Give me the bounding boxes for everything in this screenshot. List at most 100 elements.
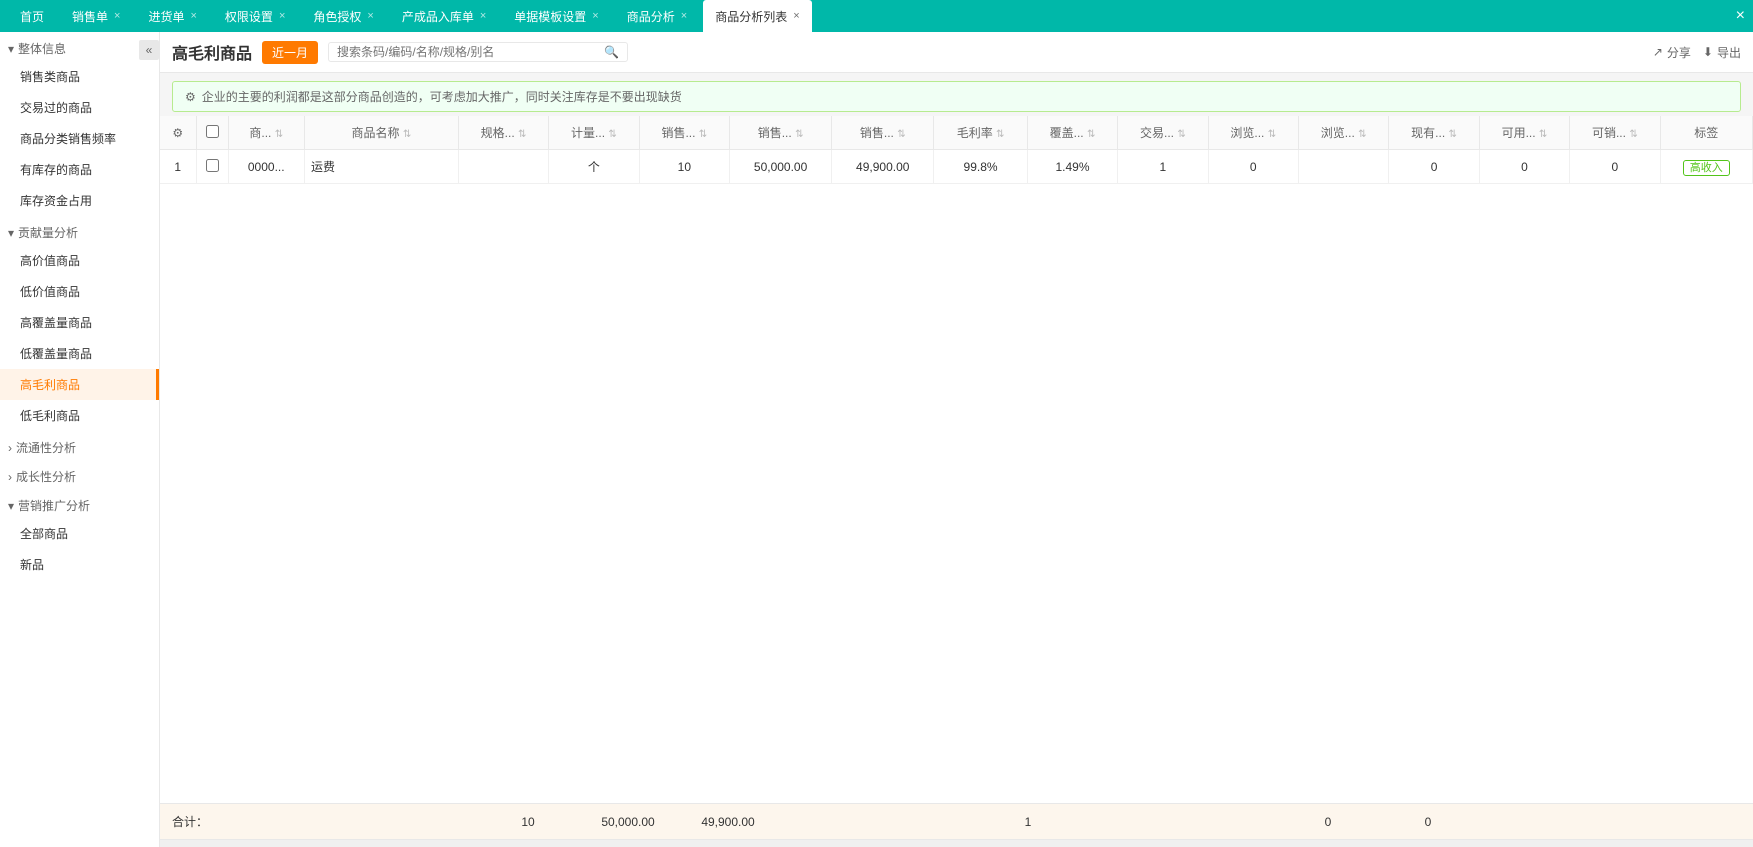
sidebar-item-all-goods[interactable]: 全部商品: [0, 518, 159, 549]
share-button[interactable]: ↗ 分享: [1653, 44, 1691, 61]
bottom-scrollbar[interactable]: [160, 839, 1753, 847]
sidebar-item-low-coverage[interactable]: 低覆盖量商品: [0, 338, 159, 369]
close-products-inbound-tab[interactable]: ×: [480, 10, 486, 22]
col-coverage[interactable]: 覆盖... ⇅: [1027, 116, 1117, 150]
sort-icon12: ⇅: [1358, 129, 1366, 140]
sidebar-item-high-coverage[interactable]: 高覆盖量商品: [0, 307, 159, 338]
col-sales-qty[interactable]: 销售... ⇅: [639, 116, 729, 150]
search-icon[interactable]: 🔍: [604, 45, 619, 59]
data-table: ⚙ 商... ⇅ 商品名称 ⇅: [160, 116, 1753, 184]
transaction-link[interactable]: 1: [1160, 160, 1167, 174]
sidebar-collapse-btn[interactable]: «: [139, 40, 159, 60]
col-checkbox[interactable]: [196, 116, 228, 150]
col-unit[interactable]: 计量... ⇅: [549, 116, 639, 150]
col-sales-profit[interactable]: 销售... ⇅: [832, 116, 934, 150]
table-header-row: ⚙ 商... ⇅ 商品名称 ⇅: [160, 116, 1753, 150]
footer-transaction: 1: [988, 815, 1068, 829]
nav-tab-permissions[interactable]: 权限设置 ×: [213, 0, 297, 32]
chevron-down-icon3: ▾: [8, 499, 14, 513]
nav-tab-goods-analysis[interactable]: 商品分析 ×: [615, 0, 699, 32]
date-filter-button[interactable]: 近一月: [262, 41, 318, 64]
sort-icon11: ⇅: [1268, 129, 1276, 140]
page-title: 高毛利商品: [172, 40, 252, 64]
chevron-down-icon: ▾: [8, 42, 14, 56]
sidebar-group-growth[interactable]: › 成长性分析: [0, 460, 159, 489]
col-sales-amount[interactable]: 销售... ⇅: [730, 116, 832, 150]
cell-index: 1: [160, 150, 196, 184]
sidebar-item-high-margin[interactable]: 高毛利商品: [0, 369, 159, 400]
close-all-tabs[interactable]: ×: [1736, 7, 1745, 25]
nav-tab-template-settings[interactable]: 单据模板设置 ×: [502, 0, 610, 32]
footer-sales-amount: 50,000.00: [588, 815, 668, 829]
cell-transaction: 1: [1118, 150, 1208, 184]
col-current-stock[interactable]: 现有... ⇅: [1389, 116, 1479, 150]
col-code[interactable]: 商... ⇅: [228, 116, 304, 150]
sidebar-item-stock-capital[interactable]: 库存资金占用: [0, 185, 159, 216]
search-box: 🔍: [328, 42, 628, 62]
close-template-tab[interactable]: ×: [592, 10, 598, 22]
nav-tab-goods-analysis-list[interactable]: 商品分析列表 ×: [703, 0, 811, 32]
close-roles-tab[interactable]: ×: [367, 10, 373, 22]
cell-checkbox[interactable]: [196, 150, 228, 184]
col-spec[interactable]: 规格... ⇅: [458, 116, 548, 150]
info-banner: ⚙ 企业的主要的利润都是这部分商品创造的，可考虑加大推广，同时关注库存是不要出现…: [172, 81, 1741, 112]
table-container: ⚙ 商... ⇅ 商品名称 ⇅: [160, 116, 1753, 803]
sort-icon10: ⇅: [1177, 129, 1185, 140]
chevron-right-icon: ›: [8, 441, 12, 455]
sidebar-item-high-value[interactable]: 高价值商品: [0, 245, 159, 276]
row-checkbox[interactable]: [206, 159, 219, 172]
nav-tab-roles[interactable]: 角色授权 ×: [301, 0, 385, 32]
footer-label: 合计：: [172, 813, 208, 830]
content-header: 高毛利商品 近一月 🔍 ↗ 分享 ⬇ 导出: [160, 32, 1753, 73]
col-browse1[interactable]: 浏览... ⇅: [1208, 116, 1298, 150]
col-browse2[interactable]: 浏览... ⇅: [1298, 116, 1388, 150]
browse1-link[interactable]: 0: [1250, 160, 1257, 174]
sort-icon15: ⇅: [1629, 129, 1637, 140]
sidebar-item-traded-goods[interactable]: 交易过的商品: [0, 92, 159, 123]
footer-available-stock: 0: [1388, 815, 1468, 829]
col-gross-margin[interactable]: 毛利率 ⇅: [934, 116, 1027, 150]
col-tag[interactable]: 标签: [1660, 116, 1752, 150]
sidebar-item-in-stock-goods[interactable]: 有库存的商品: [0, 154, 159, 185]
col-transaction[interactable]: 交易... ⇅: [1118, 116, 1208, 150]
nav-tab-sales[interactable]: 销售单 ×: [60, 0, 132, 32]
sidebar-group-marketing[interactable]: ▾ 营销推广分析: [0, 489, 159, 518]
col-sellable-stock[interactable]: 可销... ⇅: [1570, 116, 1660, 150]
sidebar-group-overall[interactable]: ▾ 整体信息: [0, 32, 159, 61]
col-name[interactable]: 商品名称 ⇅: [304, 116, 458, 150]
sidebar-item-category-sales-rate[interactable]: 商品分类销售频率: [0, 123, 159, 154]
chevron-right-icon2: ›: [8, 470, 12, 484]
col-settings[interactable]: ⚙: [160, 116, 196, 150]
col-available-stock[interactable]: 可用... ⇅: [1479, 116, 1569, 150]
header-actions: ↗ 分享 ⬇ 导出: [1653, 44, 1741, 61]
sidebar-item-low-margin[interactable]: 低毛利商品: [0, 400, 159, 431]
close-permissions-tab[interactable]: ×: [279, 10, 285, 22]
search-input[interactable]: [337, 45, 600, 59]
cell-browse1: 0: [1208, 150, 1298, 184]
main-layout: « ▾ 整体信息 销售类商品 交易过的商品 商品分类销售频率 有库存的商品 库存…: [0, 32, 1753, 847]
cell-code: 0000...: [228, 150, 304, 184]
close-sales-tab[interactable]: ×: [114, 10, 120, 22]
sidebar-group-liquidity[interactable]: › 流通性分析: [0, 431, 159, 460]
sidebar-item-sales-goods[interactable]: 销售类商品: [0, 61, 159, 92]
chevron-down-icon2: ▾: [8, 226, 14, 240]
sort-icon6: ⇅: [795, 129, 803, 140]
table-footer: 合计： 10 50,000.00 49,900.00 1 0 0: [160, 803, 1753, 839]
nav-tab-products-inbound[interactable]: 产成品入库单 ×: [390, 0, 498, 32]
sidebar-item-low-value[interactable]: 低价值商品: [0, 276, 159, 307]
nav-tab-purchase[interactable]: 进货单 ×: [136, 0, 208, 32]
export-button[interactable]: ⬇ 导出: [1703, 44, 1741, 61]
sidebar-group-contribution[interactable]: ▾ 贡献量分析: [0, 216, 159, 245]
cell-sales-profit: 49,900.00: [832, 150, 934, 184]
close-goods-analysis-list-tab[interactable]: ×: [793, 10, 799, 22]
share-icon: ↗: [1653, 45, 1663, 59]
cell-tag: 高收入: [1660, 150, 1752, 184]
close-purchase-tab[interactable]: ×: [190, 10, 196, 22]
sort-icon4: ⇅: [608, 129, 616, 140]
sidebar-item-new-goods[interactable]: 新品: [0, 549, 159, 580]
nav-tab-home[interactable]: 首页: [8, 0, 56, 32]
close-goods-analysis-tab[interactable]: ×: [681, 10, 687, 22]
sort-icon8: ⇅: [996, 129, 1004, 140]
cell-coverage: 1.49%: [1027, 150, 1117, 184]
select-all-checkbox[interactable]: [206, 125, 219, 138]
